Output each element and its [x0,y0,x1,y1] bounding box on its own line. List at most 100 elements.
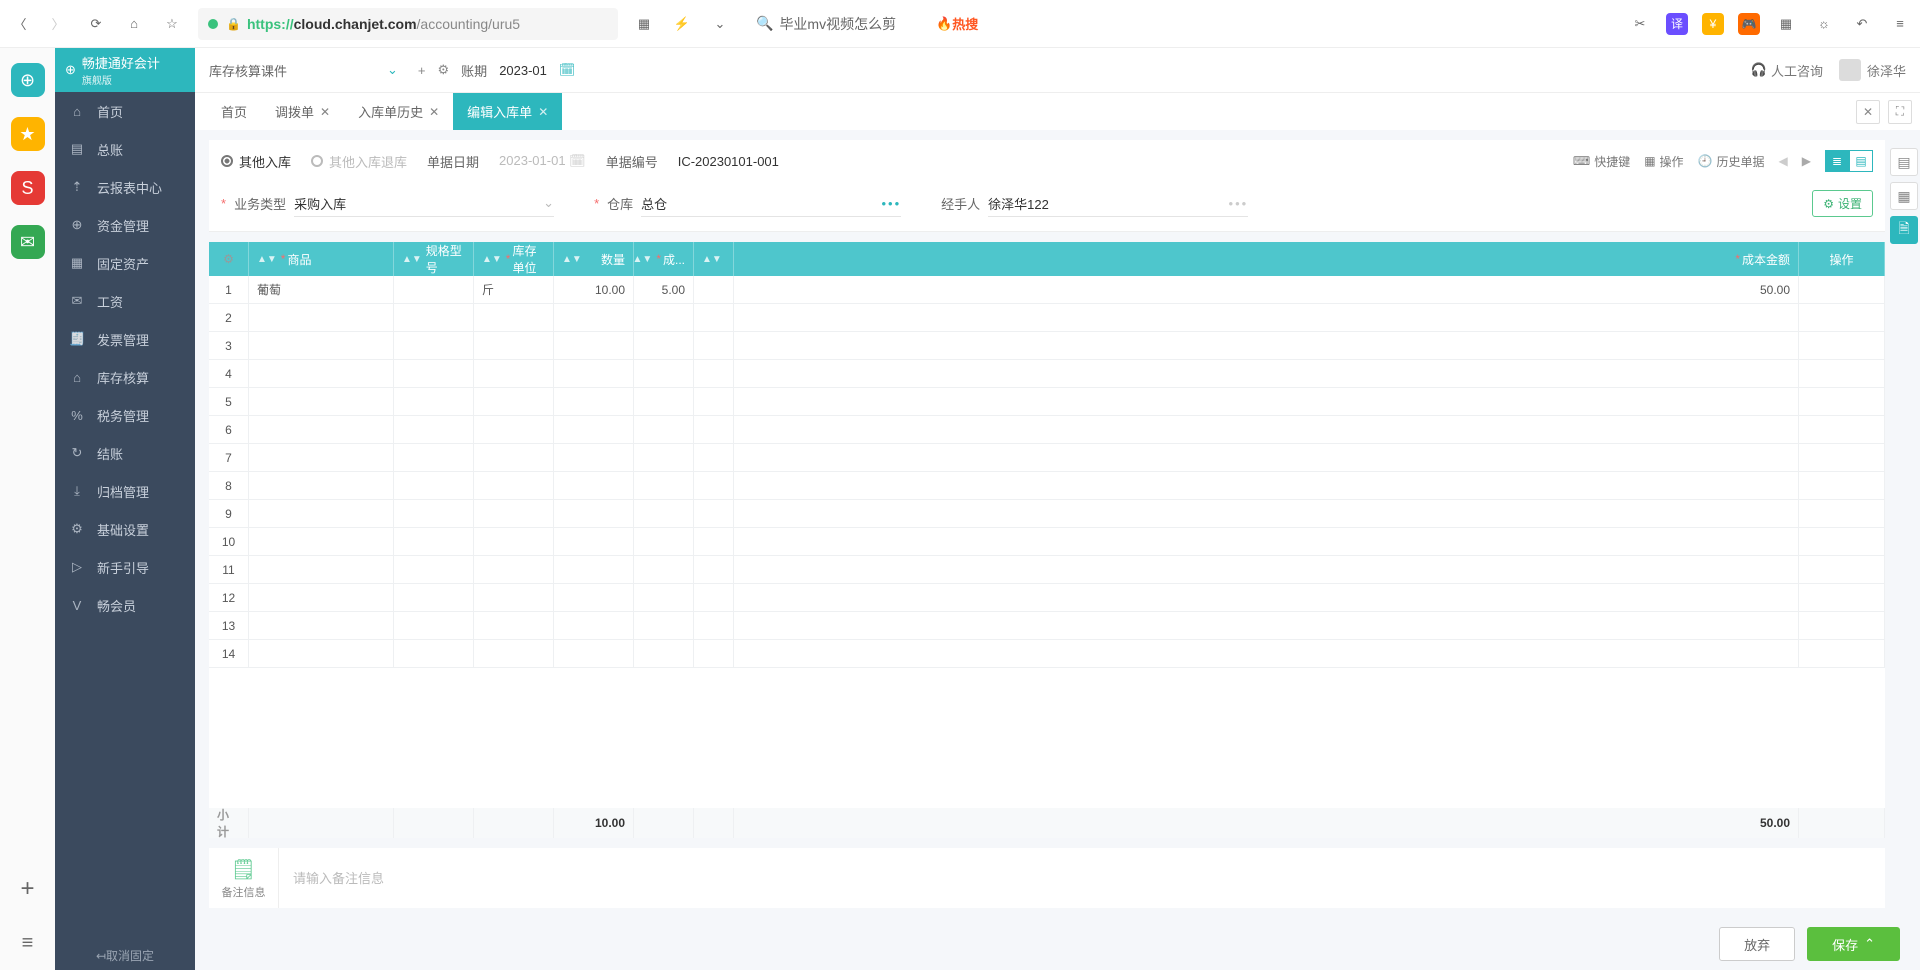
sidebar-item-9[interactable]: ↻结账 [55,434,195,472]
app-logo[interactable]: ⊕ 畅捷通好会计 旗舰版 [55,48,195,92]
menu-icon[interactable]: ≡ [1888,12,1912,36]
calendar-icon[interactable]: 🗓 [559,62,576,78]
undo-icon[interactable]: ↶ [1850,12,1874,36]
radio-other-in[interactable]: 其他入库 [221,152,291,171]
scissors-icon[interactable]: ✂ [1628,12,1652,36]
view-card-button[interactable]: ▤ [1849,150,1873,172]
back-button[interactable]: 〈 [8,12,32,36]
qr-icon[interactable]: ▦ [632,12,656,36]
flash-icon[interactable]: ⚡ [670,12,694,36]
gear-icon[interactable]: ⚙ [438,62,450,78]
biztype-select[interactable]: 采购入库⌄ [294,191,554,217]
sidebar-item-10[interactable]: ⤓归档管理 [55,472,195,510]
chevron-down-icon[interactable]: ⌄ [708,12,732,36]
table-row[interactable]: 11 [209,556,1885,584]
table-row[interactable]: 1葡萄斤10.005.0050.00 [209,276,1885,304]
cell-product[interactable]: 葡萄 [249,276,394,303]
table-row[interactable]: 8 [209,472,1885,500]
history-button[interactable]: 🕘历史单据 [1698,153,1765,170]
more-icon[interactable]: ••• [882,196,902,211]
brightness-icon[interactable]: ☼ [1812,12,1836,36]
th-unit[interactable]: ▲▼*库存单位 [474,242,554,276]
add-icon[interactable]: + [418,63,426,78]
sidebar-item-2[interactable]: ⇡云报表中心 [55,168,195,206]
table-row[interactable]: 9 [209,500,1885,528]
handler-select[interactable]: 徐泽华122••• [988,191,1248,217]
cell-blank[interactable] [694,276,734,303]
tab-3[interactable]: 编辑入库单✕ [453,93,562,130]
operate-button[interactable]: ▦操作 [1644,153,1683,170]
th-blank[interactable]: ▲▼ [694,242,734,276]
tab-expand-button[interactable]: ⛶ [1888,100,1912,124]
sidebar-item-13[interactable]: V畅会员 [55,586,195,624]
next-doc-button[interactable]: ▶ [1802,154,1811,168]
table-row[interactable]: 12 [209,584,1885,612]
unpin-button[interactable]: ↤取消固定 [55,940,195,970]
tab-0[interactable]: 首页 [207,93,261,130]
cancel-button[interactable]: 放弃 [1719,927,1795,961]
favorite-button[interactable]: ☆ [160,12,184,36]
sidebar-item-4[interactable]: ▦固定资产 [55,244,195,282]
browser-search[interactable]: 🔍 毕业mv视频怎么剪 [746,8,916,40]
close-icon[interactable]: ✕ [538,105,548,119]
support-button[interactable]: 🎧人工咨询 [1751,61,1823,80]
sidebar-item-3[interactable]: ⊕资金管理 [55,206,195,244]
cell-cost[interactable]: 5.00 [634,276,694,303]
dock-app-2[interactable]: ★ [11,117,45,151]
th-spec[interactable]: ▲▼规格型号 [394,242,474,276]
shortcut-button[interactable]: ⌨快捷键 [1573,153,1630,170]
th-gear[interactable]: ⚙ [209,242,249,276]
sidebar-item-12[interactable]: ▷新手引导 [55,548,195,586]
table-row[interactable]: 5 [209,388,1885,416]
dock-app-4[interactable]: ✉ [11,225,45,259]
rail-btn-1[interactable]: ▤ [1890,148,1918,176]
remark-input[interactable] [279,848,1885,908]
table-row[interactable]: 2 [209,304,1885,332]
period-value[interactable]: 2023-01 [499,63,547,78]
dock-app-1[interactable]: ⊕ [11,63,45,97]
more-icon[interactable]: ••• [1229,196,1249,211]
cell-amount[interactable]: 50.00 [734,276,1799,303]
dock-add[interactable]: + [11,872,45,906]
prev-doc-button[interactable]: ◀ [1779,154,1788,168]
cell-op[interactable] [1799,276,1885,303]
th-product[interactable]: ▲▼*商品 [249,242,394,276]
save-button[interactable]: 保存⌃ [1807,927,1900,961]
reload-button[interactable]: ⟳ [84,12,108,36]
tab-2[interactable]: 入库单历史✕ [344,93,453,130]
table-row[interactable]: 6 [209,416,1885,444]
doc-date-value[interactable]: 2023-01-01 🗓 [499,153,586,169]
close-icon[interactable]: ✕ [429,105,439,119]
table-row[interactable]: 14 [209,640,1885,668]
sidebar-item-8[interactable]: %税务管理 [55,396,195,434]
cell-spec[interactable] [394,276,474,303]
extension-game[interactable]: 🎮 [1738,13,1760,35]
sidebar-item-5[interactable]: ✉工资 [55,282,195,320]
sidebar-item-1[interactable]: ▤总账 [55,130,195,168]
table-row[interactable]: 3 [209,332,1885,360]
sidebar-item-7[interactable]: ⌂库存核算 [55,358,195,396]
th-amount[interactable]: *成本金额 [734,242,1799,276]
view-list-button[interactable]: ≣ [1825,150,1849,172]
table-row[interactable]: 4 [209,360,1885,388]
cell-unit[interactable]: 斤 [474,276,554,303]
extension-price[interactable]: ¥ [1702,13,1724,35]
cell-qty[interactable]: 10.00 [554,276,634,303]
home-button[interactable]: ⌂ [122,12,146,36]
user-menu[interactable]: 徐泽华 [1839,59,1906,81]
url-bar[interactable]: 🔒 https:// cloud.chanjet.com /accounting… [198,8,618,40]
th-cost[interactable]: ▲▼*成... [634,242,694,276]
apps-icon[interactable]: ▦ [1774,12,1798,36]
rail-btn-2[interactable]: ▦ [1890,182,1918,210]
forward-button[interactable]: 〉 [46,12,70,36]
config-button[interactable]: ⚙设置 [1812,190,1873,217]
th-qty[interactable]: ▲▼数量 [554,242,634,276]
tab-close-button[interactable]: ✕ [1856,100,1880,124]
table-row[interactable]: 7 [209,444,1885,472]
rail-btn-3[interactable]: 🗎 [1890,216,1918,244]
file-selector[interactable]: 库存核算课件 ⌄ [209,61,406,80]
warehouse-select[interactable]: 总仓••• [641,191,901,217]
sidebar-item-6[interactable]: 🧾发票管理 [55,320,195,358]
radio-other-return[interactable]: 其他入库退库 [311,152,407,171]
dock-app-3[interactable]: S [11,171,45,205]
